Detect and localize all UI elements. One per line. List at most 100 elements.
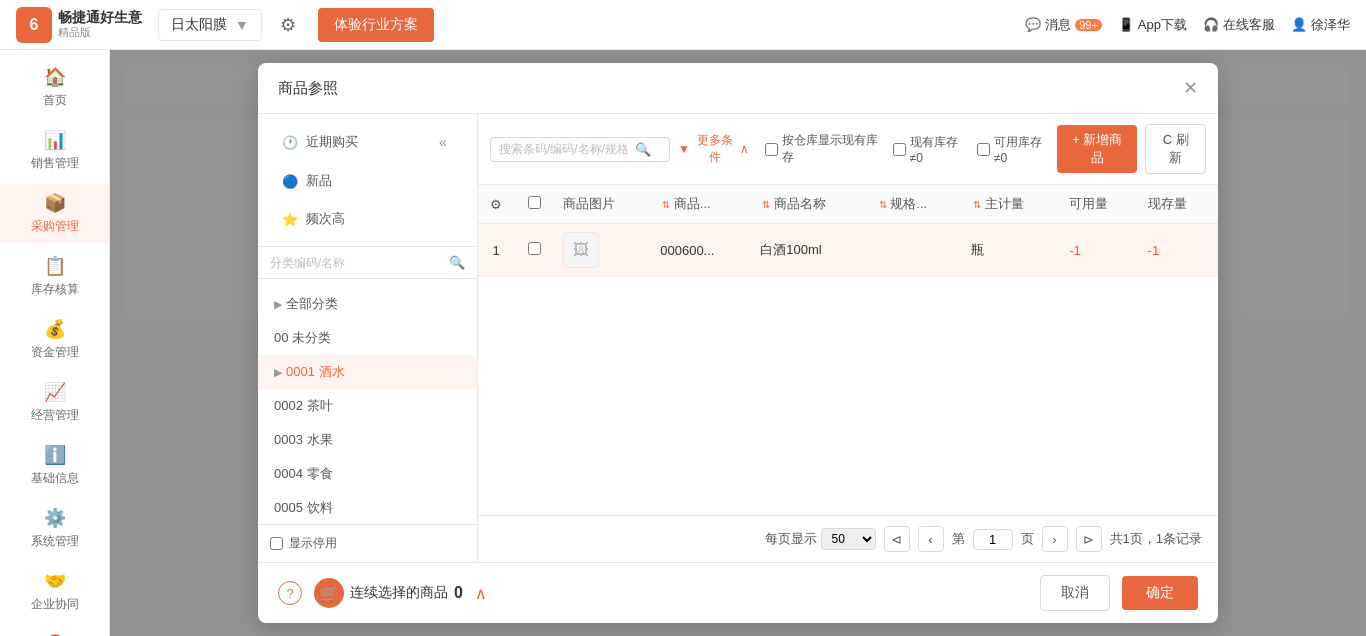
page-unit: 页: [1021, 530, 1034, 548]
more-filter-button[interactable]: ▼ 更多条件 ∧: [678, 132, 749, 166]
category-label: 全部分类: [286, 295, 338, 313]
page-number-input[interactable]: [973, 529, 1013, 550]
warehouse-checkbox[interactable]: [765, 143, 778, 156]
column-code[interactable]: ⇅ 商品...: [652, 185, 752, 224]
show-disabled-checkbox[interactable]: [270, 537, 283, 550]
sidebar-label-system: 系统管理: [31, 533, 79, 550]
filter-existing-stock[interactable]: 现有库存≠0: [893, 134, 965, 165]
recent-purchase-item[interactable]: 🕐 近期购买 «: [270, 126, 465, 158]
sidebar-item-guide[interactable]: 🎯 新手引导: [0, 625, 109, 636]
store-dropdown[interactable]: 日太阳膜 ▼: [158, 9, 262, 41]
operations-icon: 📈: [44, 381, 66, 403]
category-0003[interactable]: 0003 水果: [258, 423, 477, 457]
sort-icon-spec: ⇅: [879, 199, 887, 210]
sort-icon-code: ⇅: [662, 199, 670, 210]
column-name[interactable]: ⇅ 商品名称: [752, 185, 868, 224]
cat-0005-label: 0005 饮料: [274, 499, 333, 517]
row-index: 1: [478, 224, 514, 277]
column-unit[interactable]: ⇅ 主计量: [963, 185, 1061, 224]
sidebar-label-finance: 资金管理: [31, 344, 79, 361]
product-search-input[interactable]: [499, 142, 629, 156]
recent-label: 近期购买: [306, 133, 358, 151]
settings-icon[interactable]: ⚙: [270, 7, 306, 43]
cart-count: 0: [454, 584, 463, 602]
sidebar-item-enterprise[interactable]: 🤝 企业协同: [0, 562, 109, 621]
row-code-cell: 000600...: [652, 224, 752, 277]
sidebar-item-operations[interactable]: 📈 经营管理: [0, 373, 109, 432]
column-spec[interactable]: ⇅ 规格...: [869, 185, 964, 224]
first-page-button[interactable]: ⊲: [884, 526, 910, 552]
content-area: 商品参照 ✕ 🕐 近期购买 « �: [110, 50, 1366, 636]
column-settings[interactable]: ⚙: [478, 185, 514, 224]
modal-header: 商品参照 ✕: [258, 63, 1218, 114]
column-stock: 现存量: [1140, 185, 1218, 224]
modal-close-button[interactable]: ✕: [1183, 77, 1198, 99]
filter-available-stock[interactable]: 可用库存≠0: [977, 134, 1049, 165]
footer-right: 取消 确定: [1040, 575, 1198, 611]
filter-by-warehouse[interactable]: 按仓库显示现有库存: [765, 132, 880, 166]
row-stock: -1: [1148, 243, 1160, 258]
cat-0003-label: 0003 水果: [274, 431, 333, 449]
page-size-label: 每页显示: [765, 530, 817, 548]
headset-icon: 🎧: [1203, 17, 1219, 32]
app-download-button[interactable]: 📱 App下载: [1118, 16, 1187, 34]
refresh-button[interactable]: C 刷新: [1145, 124, 1206, 174]
sort-icon-unit: ⇅: [973, 199, 981, 210]
image-placeholder-icon: 🖼: [573, 241, 589, 259]
row-checkbox[interactable]: [528, 242, 541, 255]
category-search-icon[interactable]: 🔍: [449, 255, 465, 270]
category-0002[interactable]: 0002 茶叶: [258, 389, 477, 423]
logo-area: 6 畅捷通好生意 精品版: [16, 7, 142, 43]
panel-collapse-icon[interactable]: «: [433, 132, 453, 152]
page-size-dropdown[interactable]: 50 10 20 100: [821, 528, 876, 550]
existing-stock-checkbox[interactable]: [893, 143, 906, 156]
filter-available-label: 可用库存≠0: [994, 134, 1049, 165]
category-0004[interactable]: 0004 零食: [258, 457, 477, 491]
last-page-button[interactable]: ⊳: [1076, 526, 1102, 552]
online-service-button[interactable]: 🎧 在线客服: [1203, 16, 1275, 34]
trial-button[interactable]: 体验行业方案: [318, 8, 434, 42]
cat-0004-label: 0004 零食: [274, 465, 333, 483]
user-menu[interactable]: 👤 徐泽华: [1291, 16, 1350, 34]
brand-info: 畅捷通好生意 精品版: [58, 9, 142, 41]
user-icon: 👤: [1291, 17, 1307, 32]
table-row[interactable]: 1 🖼: [478, 224, 1218, 277]
next-page-button[interactable]: ›: [1042, 526, 1068, 552]
sidebar-item-finance[interactable]: 💰 资金管理: [0, 310, 109, 369]
chevron-right-icon: ▶: [274, 298, 282, 311]
sidebar-item-inventory[interactable]: 📋 库存核算: [0, 247, 109, 306]
category-search: 🔍: [258, 247, 477, 279]
category-search-input[interactable]: [270, 256, 441, 270]
available-stock-checkbox[interactable]: [977, 143, 990, 156]
frequent-item[interactable]: ⭐ 频次高: [270, 204, 465, 234]
sidebar-item-info[interactable]: ℹ️ 基础信息: [0, 436, 109, 495]
finance-icon: 💰: [44, 318, 66, 340]
footer-collapse-icon[interactable]: ∧: [475, 584, 487, 603]
sidebar-label-sales: 销售管理: [31, 155, 79, 172]
chevron-right-icon-0001: ▶: [274, 366, 282, 379]
messages-button[interactable]: 💬 消息 99+: [1025, 16, 1102, 34]
category-00[interactable]: 00 未分类: [258, 321, 477, 355]
page-label: 第: [952, 530, 965, 548]
category-0001[interactable]: ▶ 0001 酒水: [258, 355, 477, 389]
add-product-button[interactable]: + 新增商品: [1057, 125, 1137, 173]
search-icon[interactable]: 🔍: [635, 142, 651, 157]
sidebar-item-system[interactable]: ⚙️ 系统管理: [0, 499, 109, 558]
new-product-item[interactable]: 🔵 新品: [270, 166, 465, 196]
help-button[interactable]: ?: [278, 581, 302, 605]
category-0005[interactable]: 0005 饮料: [258, 491, 477, 524]
sidebar-item-sales[interactable]: 📊 销售管理: [0, 121, 109, 180]
sidebar-item-purchase[interactable]: 📦 采购管理: [0, 184, 109, 243]
cancel-button[interactable]: 取消: [1040, 575, 1110, 611]
filter-warehouse-label: 按仓库显示现有库存: [782, 132, 880, 166]
cart-area[interactable]: 🛒 连续选择的商品 0: [314, 578, 463, 608]
service-label: 在线客服: [1223, 16, 1275, 34]
sidebar-item-home[interactable]: 🏠 首页: [0, 58, 109, 117]
prev-page-button[interactable]: ‹: [918, 526, 944, 552]
left-panel: 🕐 近期购买 « 🔵 新品 ⭐ 频次高: [258, 114, 478, 562]
confirm-button[interactable]: 确定: [1122, 576, 1198, 610]
category-all[interactable]: ▶ 全部分类: [258, 287, 477, 321]
enterprise-icon: 🤝: [44, 570, 66, 592]
sidebar-label-operations: 经营管理: [31, 407, 79, 424]
select-all-checkbox[interactable]: [528, 196, 541, 209]
